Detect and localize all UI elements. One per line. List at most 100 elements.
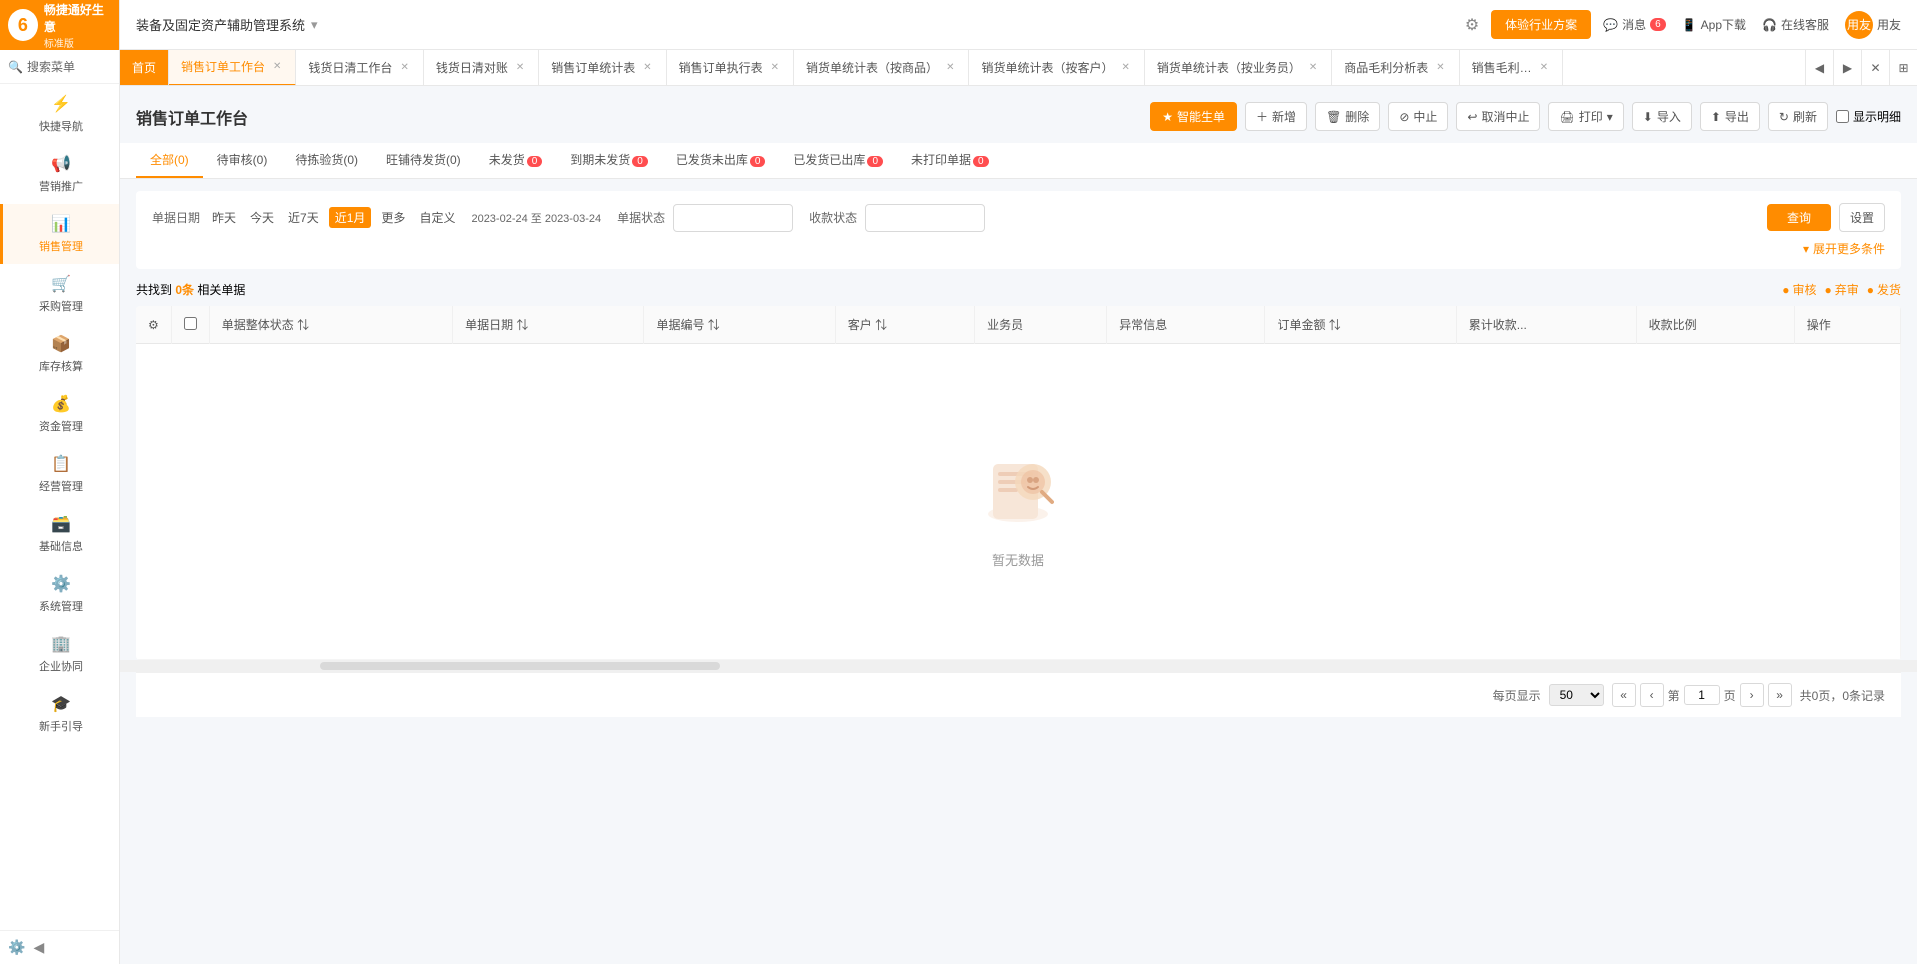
page-first-button[interactable]: «: [1612, 683, 1636, 707]
query-button[interactable]: 查询: [1767, 204, 1831, 231]
tab-sales-stat[interactable]: 销售订单统计表 ✕: [539, 50, 666, 86]
cancel-stop-button[interactable]: ↩ 取消中止: [1456, 102, 1540, 131]
tab-sales-order[interactable]: 销售订单工作台 ✕: [169, 50, 296, 86]
enterprise-icon: 🏢: [51, 634, 71, 654]
sidebar-item-finance[interactable]: 💰 资金管理: [0, 384, 119, 444]
filter-tab-unprinted[interactable]: 未打印单据0: [897, 143, 1003, 178]
tab-cash-daily-close[interactable]: ✕: [398, 60, 410, 75]
tab-sales-order-close[interactable]: ✕: [271, 59, 283, 74]
tab-sales-profit-close[interactable]: ✕: [1538, 60, 1550, 75]
tab-sale-goods-label: 销货单统计表（按商品）: [806, 59, 938, 76]
col-date[interactable]: 单据日期 ⇅: [453, 306, 644, 344]
collapse-icon[interactable]: ◀: [33, 939, 44, 956]
date-option-more[interactable]: 更多: [377, 207, 409, 228]
tab-profit-close[interactable]: ✕: [1434, 60, 1446, 75]
settings-button[interactable]: 设置: [1839, 203, 1885, 232]
scrollbar-thumb[interactable]: [320, 662, 720, 670]
tab-sales-exec[interactable]: 销售订单执行表 ✕: [667, 50, 794, 86]
tab-sale-goods-close[interactable]: ✕: [944, 60, 956, 75]
sidebar-item-quick-nav[interactable]: ⚡ 快捷导航: [0, 84, 119, 144]
stop-button[interactable]: ⊘ 中止: [1388, 102, 1448, 131]
col-amount[interactable]: 订单金额 ⇅: [1265, 306, 1456, 344]
filter-tab-overdue[interactable]: 到期未发货0: [556, 143, 662, 178]
search-row-1: 单据日期 昨天 今天 近7天 近1月 更多 自定义 2023-02-24 至 2…: [152, 203, 1885, 232]
tab-cash-reconcile-close[interactable]: ✕: [514, 60, 526, 75]
sidebar-item-purchase[interactable]: 🛒 采购管理: [0, 264, 119, 324]
col-customer[interactable]: 客户 ⇅: [835, 306, 974, 344]
refresh-button[interactable]: ↻ 刷新: [1768, 102, 1828, 131]
sidebar-item-system[interactable]: ⚙️ 系统管理: [0, 564, 119, 624]
tab-sale-goods[interactable]: 销货单统计表（按商品） ✕: [794, 50, 969, 86]
export-button[interactable]: ⬆ 导出: [1700, 102, 1760, 131]
ship-action-button[interactable]: ● 发货: [1867, 281, 1901, 298]
date-option-yesterday[interactable]: 昨天: [208, 207, 240, 228]
col-settings[interactable]: ⚙: [136, 306, 171, 344]
date-label: 单据日期: [152, 209, 200, 226]
tab-sale-staff[interactable]: 销货单统计表（按业务员） ✕: [1145, 50, 1332, 86]
add-button[interactable]: ＋ 新增: [1245, 102, 1307, 131]
cancel-audit-action-button[interactable]: ● 弃审: [1824, 281, 1858, 298]
filter-tab-shipped-out[interactable]: 已发货已出库0: [779, 143, 897, 178]
show-detail-checkbox[interactable]: 显示明细: [1836, 108, 1901, 125]
date-option-custom[interactable]: 自定义: [415, 207, 459, 228]
sidebar-item-basic[interactable]: 🗃️ 基础信息: [0, 504, 119, 564]
date-option-1month[interactable]: 近1月: [329, 207, 372, 228]
page-next-button[interactable]: ›: [1740, 683, 1764, 707]
sidebar-item-inventory[interactable]: 📦 库存核算: [0, 324, 119, 384]
online-service-button[interactable]: 🎧 在线客服: [1762, 16, 1829, 33]
page-number-input[interactable]: [1684, 685, 1720, 705]
tab-sales-exec-close[interactable]: ✕: [769, 60, 781, 75]
smart-create-button[interactable]: ★ 智能生单: [1150, 102, 1237, 131]
status-select[interactable]: [673, 204, 793, 232]
trial-button[interactable]: 体验行业方案: [1491, 10, 1591, 39]
sidebar-item-guide[interactable]: 🎓 新手引导: [0, 684, 119, 744]
gear-icon[interactable]: ⚙: [1465, 15, 1479, 35]
tab-sales-stat-close[interactable]: ✕: [641, 60, 653, 75]
payment-select[interactable]: [865, 204, 985, 232]
expand-conditions-button[interactable]: ▾ 展开更多条件: [1803, 240, 1885, 257]
date-option-today[interactable]: 今天: [246, 207, 278, 228]
show-detail-input[interactable]: [1836, 110, 1849, 123]
message-button[interactable]: 💬 消息 6: [1603, 16, 1666, 33]
tab-profit[interactable]: 商品毛利分析表 ✕: [1332, 50, 1459, 86]
date-option-7days[interactable]: 近7天: [284, 207, 323, 228]
filter-tab-all[interactable]: 全部(0): [136, 143, 203, 178]
settings-icon[interactable]: ⚙️: [8, 939, 25, 956]
sidebar-item-enterprise[interactable]: 🏢 企业协同: [0, 624, 119, 684]
col-number[interactable]: 单据编号 ⇅: [644, 306, 835, 344]
horizontal-scrollbar[interactable]: [120, 660, 1917, 672]
sidebar-item-marketing[interactable]: 📢 营销推广: [0, 144, 119, 204]
filter-tab-unshipped[interactable]: 未发货0: [475, 143, 557, 178]
tab-sale-staff-close[interactable]: ✕: [1307, 60, 1319, 75]
col-status[interactable]: 单据整体状态 ⇅: [209, 306, 452, 344]
tab-cash-reconcile[interactable]: 钱货日清对账 ✕: [424, 50, 539, 86]
date-options: 昨天 今天 近7天 近1月 更多 自定义: [208, 207, 459, 228]
import-button[interactable]: ⬇ 导入: [1632, 102, 1692, 131]
sidebar-item-operation[interactable]: 📋 经营管理: [0, 444, 119, 504]
tab-close-all-button[interactable]: ✕: [1861, 50, 1889, 86]
tab-prev-button[interactable]: ◀: [1805, 50, 1833, 86]
tab-sale-customer[interactable]: 销货单统计表（按客户） ✕: [969, 50, 1144, 86]
filter-tab-inspect[interactable]: 待拣验货(0): [281, 143, 372, 178]
delete-button[interactable]: 🗑 删除: [1315, 102, 1380, 131]
page-prev-button[interactable]: ‹: [1640, 683, 1664, 707]
user-profile[interactable]: 用友 用友: [1845, 11, 1901, 39]
app-download-button[interactable]: 📱 App下载: [1682, 16, 1746, 33]
tab-expand-button[interactable]: ⊞: [1889, 50, 1917, 86]
tab-sale-customer-close[interactable]: ✕: [1119, 60, 1131, 75]
page-last-button[interactable]: »: [1768, 683, 1792, 707]
sidebar-item-sales[interactable]: 📊 销售管理: [0, 204, 119, 264]
tab-next-button[interactable]: ▶: [1833, 50, 1861, 86]
sidebar-search[interactable]: 🔍 搜索菜单: [0, 50, 119, 84]
select-all-checkbox[interactable]: [184, 317, 197, 330]
tab-cash-daily[interactable]: 钱货日清工作台 ✕: [296, 50, 423, 86]
filter-tab-shipped-not-out[interactable]: 已发货未出库0: [662, 143, 780, 178]
page-size-select[interactable]: 50 100 200: [1549, 684, 1604, 706]
audit-action-button[interactable]: ● 审核: [1782, 281, 1816, 298]
filter-tab-wangpu[interactable]: 旺铺待发货(0): [372, 143, 475, 178]
basic-icon: 🗃️: [51, 514, 71, 534]
print-button[interactable]: 🖨 打印 ▾: [1548, 102, 1623, 131]
tab-sales-profit[interactable]: 销售毛利… ✕: [1460, 50, 1563, 86]
tab-home[interactable]: 首页: [120, 50, 169, 86]
filter-tab-audit[interactable]: 待审核(0): [203, 143, 282, 178]
